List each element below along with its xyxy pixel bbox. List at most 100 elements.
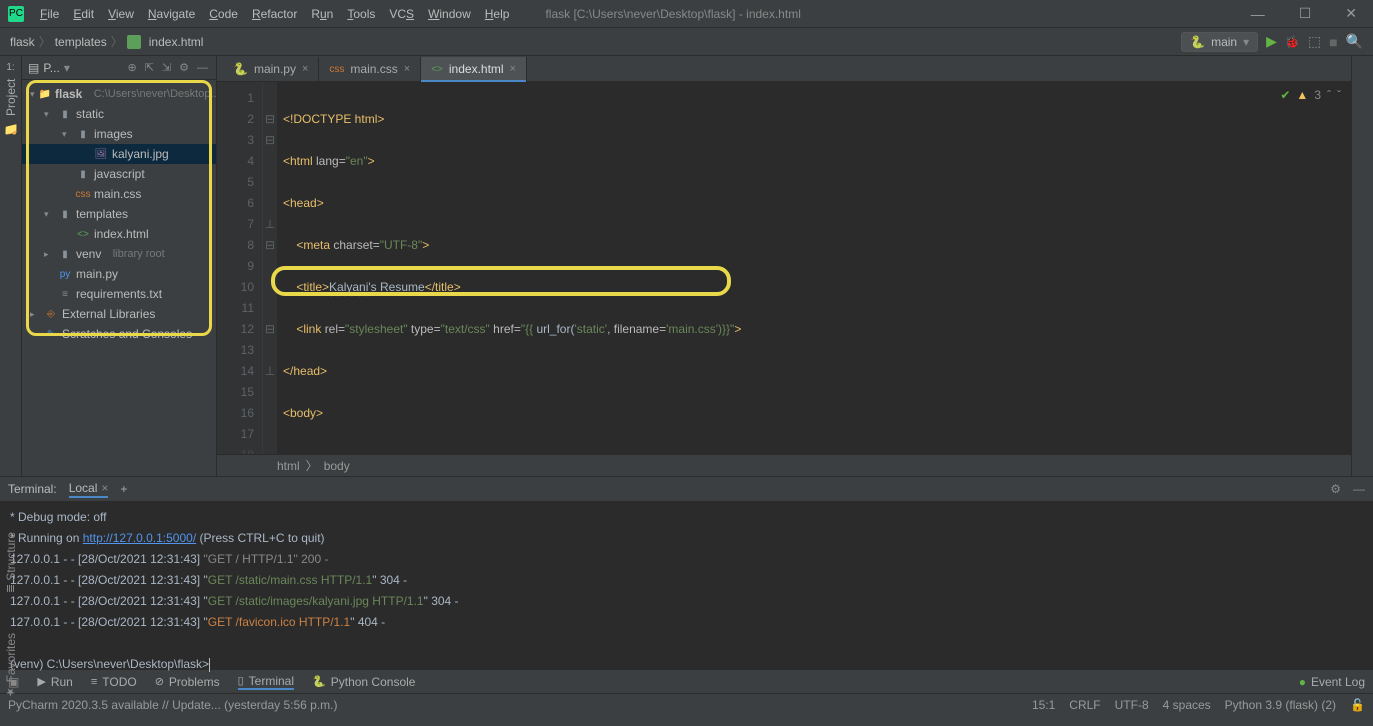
menu-run[interactable]: Run [305, 5, 339, 23]
lock-icon[interactable]: 🔓 [1350, 698, 1365, 712]
stop-button[interactable]: ■ [1329, 34, 1337, 50]
main-menu: File Edit View Navigate Code Refactor Ru… [34, 5, 515, 23]
terminal-tab-local[interactable]: Local × [69, 481, 109, 498]
menu-help[interactable]: Help [479, 5, 516, 23]
tree-javascript[interactable]: ▮javascript [22, 164, 216, 184]
hide-icon[interactable]: — [195, 62, 210, 74]
minimize-button[interactable]: — [1243, 6, 1273, 22]
close-button[interactable]: ✕ [1337, 5, 1365, 22]
left-toolwindow-rail: 1: 📁Project [0, 56, 22, 476]
tree-templates[interactable]: ▾▮templates [22, 204, 216, 224]
crumb-file[interactable]: index.html [149, 35, 204, 49]
window-title: flask [C:\Users\never\Desktop\flask] - i… [545, 7, 800, 21]
check-icon: ✔ [1280, 88, 1290, 102]
warning-icon: ▲ [1296, 88, 1308, 102]
problems-toolwindow-button[interactable]: ⊘ Problems [155, 675, 220, 689]
warning-count: 3 [1314, 88, 1321, 102]
inspections-widget[interactable]: ✔ ▲ 3 ˆ ˇ [1280, 88, 1341, 102]
crumb-flask[interactable]: flask [10, 35, 35, 49]
run-toolwindow-button[interactable]: ▶ Run [37, 675, 72, 689]
menu-vcs[interactable]: VCS [383, 5, 420, 23]
gear-icon[interactable]: ⚙ [1330, 482, 1341, 496]
run-button[interactable]: ▶ [1266, 33, 1277, 50]
gutter: 123456789101112131415161718 [217, 82, 263, 454]
close-icon[interactable]: × [404, 63, 410, 75]
maximize-button[interactable]: ☐ [1291, 5, 1320, 22]
tree-static[interactable]: ▾▮static [22, 104, 216, 124]
pyconsole-toolwindow-button[interactable]: 🐍 Python Console [312, 675, 415, 689]
expand-all-icon[interactable]: ⇱ [143, 61, 156, 74]
chevron-down-icon[interactable]: ˇ [1337, 88, 1341, 102]
chevron-up-icon[interactable]: ˆ [1327, 88, 1331, 102]
close-icon[interactable]: × [510, 63, 516, 75]
hide-terminal-button[interactable]: — [1353, 482, 1365, 496]
tree-venv[interactable]: ▸▮venv library root [22, 244, 216, 264]
tree-indexhtml[interactable]: <>index.html [22, 224, 216, 244]
code-breadcrumbs[interactable]: html〉body [217, 454, 1351, 476]
menu-refactor[interactable]: Refactor [246, 5, 303, 23]
status-message[interactable]: PyCharm 2020.3.5 available // Update... … [8, 698, 338, 712]
menu-tools[interactable]: Tools [341, 5, 381, 23]
menu-code[interactable]: Code [203, 5, 244, 23]
terminal-output[interactable]: * Debug mode: off * Running on http://12… [0, 501, 1373, 669]
project-tool-window: ▤ P... ▾ ⊕ ⇱ ⇲ ⚙ — ▾📁flask C:\Users\neve… [22, 56, 217, 476]
run-config-label: main [1211, 35, 1237, 49]
tree-mainpy[interactable]: pymain.py [22, 264, 216, 284]
collapse-all-icon[interactable]: ⇲ [160, 61, 173, 74]
tree-requirements[interactable]: ≡requirements.txt [22, 284, 216, 304]
html-icon: <> [431, 64, 443, 75]
terminal-caret [209, 658, 210, 672]
run-config-selector[interactable]: 🐍 main ▾ [1181, 32, 1258, 52]
menu-navigate[interactable]: Navigate [142, 5, 201, 23]
structure-toolwindow-button[interactable]: ≣ Structure [4, 532, 18, 593]
event-log-button[interactable]: ● Event Log [1299, 675, 1365, 689]
line-separator[interactable]: CRLF [1069, 698, 1100, 712]
chevron-down-icon: ▾ [1243, 35, 1249, 49]
terminal-panel: Terminal: Local × + ⚙ — * Debug mode: of… [0, 476, 1373, 669]
coverage-button[interactable]: ⬚ [1308, 33, 1321, 50]
todo-toolwindow-button[interactable]: ≡ TODO [91, 675, 137, 689]
fold-column[interactable]: ⊟⊟⊥⊟⊟⊥ [263, 82, 277, 454]
tab-indexhtml[interactable]: <>index.html× [421, 57, 527, 81]
code-area[interactable]: 123456789101112131415161718 ⊟⊟⊥⊟⊟⊥ <!DOC… [217, 82, 1351, 454]
titlebar: PC File Edit View Navigate Code Refactor… [0, 0, 1373, 28]
menu-view[interactable]: View [102, 5, 140, 23]
menu-window[interactable]: Window [422, 5, 477, 23]
tree-kalyani-jpg[interactable]: 🖼kalyani.jpg [22, 144, 216, 164]
menu-edit[interactable]: Edit [67, 5, 100, 23]
editor-tabs: 🐍main.py× cssmain.css× <>index.html× [217, 56, 1351, 82]
crumb-templates[interactable]: templates [55, 35, 107, 49]
project-dropdown-icon[interactable]: ▤ [28, 61, 39, 75]
tree-images[interactable]: ▾▮images [22, 124, 216, 144]
project-toolwindow-button[interactable]: 📁Project [4, 79, 18, 135]
navigation-bar: flask 〉 templates 〉 index.html 🐍 main ▾ … [0, 28, 1373, 56]
tree-root[interactable]: ▾📁flask C:\Users\never\Desktop... [22, 84, 216, 104]
indent-settings[interactable]: 4 spaces [1163, 698, 1211, 712]
tree-scratches[interactable]: ✎Scratches and Consoles [22, 324, 216, 344]
code-content[interactable]: <!DOCTYPE html> <html lang="en"> <head> … [277, 82, 1351, 454]
locate-icon[interactable]: ⊕ [125, 61, 138, 74]
right-toolwindow-rail [1351, 56, 1373, 476]
breadcrumbs[interactable]: flask 〉 templates 〉 index.html [10, 33, 203, 50]
editor: 🐍main.py× cssmain.css× <>index.html× 123… [217, 56, 1351, 476]
tree-maincss[interactable]: cssmain.css [22, 184, 216, 204]
terminal-toolwindow-button[interactable]: ▯ Terminal [238, 674, 294, 690]
server-url-link[interactable]: http://127.0.0.1:5000/ [83, 531, 196, 545]
project-tree[interactable]: ▾📁flask C:\Users\never\Desktop... ▾▮stat… [22, 80, 216, 348]
python-icon: 🐍 [1190, 35, 1205, 49]
add-terminal-button[interactable]: + [120, 482, 127, 496]
favorites-toolwindow-button[interactable]: ★ Favorites [4, 633, 18, 698]
search-everywhere-button[interactable]: 🔍 [1346, 33, 1363, 50]
interpreter[interactable]: Python 3.9 (flask) (2) [1225, 698, 1336, 712]
menu-file[interactable]: File [34, 5, 65, 23]
file-encoding[interactable]: UTF-8 [1115, 698, 1149, 712]
tab-mainpy[interactable]: 🐍main.py× [223, 57, 319, 81]
caret-position[interactable]: 15:1 [1032, 698, 1055, 712]
tree-external-libraries[interactable]: ▸⎆External Libraries [22, 304, 216, 324]
terminal-label: Terminal: [8, 482, 57, 496]
close-icon[interactable]: × [101, 481, 108, 495]
debug-button[interactable]: 🐞 [1285, 35, 1300, 49]
close-icon[interactable]: × [302, 63, 308, 75]
settings-icon[interactable]: ⚙ [177, 61, 191, 74]
tab-maincss[interactable]: cssmain.css× [319, 57, 421, 81]
